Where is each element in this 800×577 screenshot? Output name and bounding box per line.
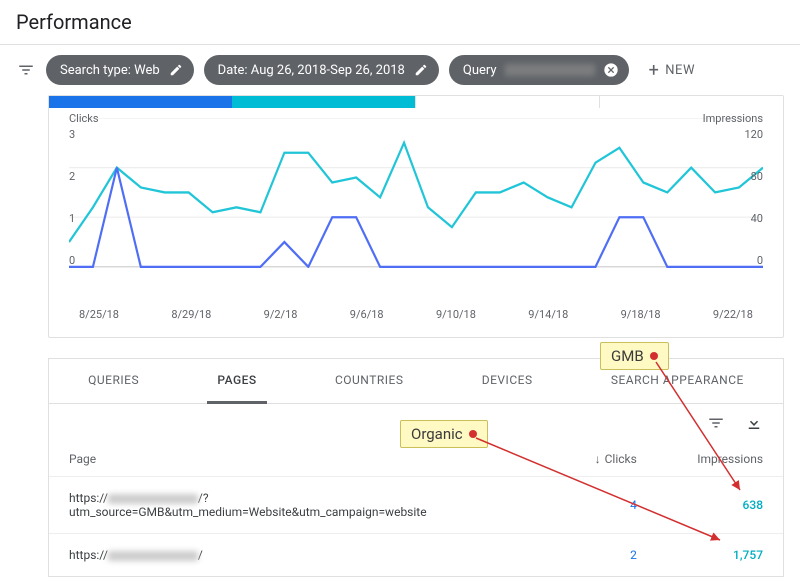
table-card: QUERIES PAGES COUNTRIES DEVICES SEARCH A… bbox=[48, 358, 784, 577]
left-axis-title: Clicks bbox=[69, 112, 99, 125]
table-filter-icon[interactable] bbox=[707, 414, 725, 436]
chart-svg bbox=[69, 118, 763, 268]
xtick: 9/18/18 bbox=[621, 308, 661, 321]
xtick: 8/29/18 bbox=[171, 308, 211, 321]
right-axis-title: Impressions bbox=[703, 112, 763, 125]
ytick: 1 bbox=[69, 212, 75, 225]
impressions-cell: 1,757 bbox=[637, 548, 763, 562]
ytick: 0 bbox=[69, 254, 75, 267]
pencil-icon[interactable] bbox=[168, 62, 184, 78]
url-suffix: / bbox=[198, 548, 203, 562]
blurred-query-text bbox=[505, 64, 595, 76]
new-label: NEW bbox=[665, 63, 695, 78]
xtick: 9/2/18 bbox=[264, 308, 298, 321]
impressions-cell: 638 bbox=[637, 498, 763, 512]
xtick: 9/6/18 bbox=[350, 308, 384, 321]
metric-ctr-strip[interactable] bbox=[415, 96, 599, 108]
clicks-cell: 4 bbox=[542, 498, 637, 512]
metric-clicks-strip[interactable] bbox=[49, 96, 232, 108]
annotation-gmb: GMB bbox=[600, 342, 669, 370]
clicks-cell: 2 bbox=[542, 548, 637, 562]
chip-label: Search type: Web bbox=[60, 63, 160, 78]
chip-label: Date: Aug 26, 2018-Sep 26, 2018 bbox=[218, 63, 405, 78]
ytick: 80 bbox=[751, 170, 763, 183]
page-cell: https:///?utm_source=GMB&utm_medium=Webs… bbox=[69, 491, 542, 519]
page-title: Performance bbox=[0, 0, 800, 45]
chart-area: Clicks Impressions 3 2 1 0 120 80 40 0 bbox=[49, 108, 783, 308]
annotation-label: GMB bbox=[611, 347, 644, 365]
ytick: 2 bbox=[69, 170, 75, 183]
download-icon[interactable] bbox=[745, 414, 763, 436]
blurred-domain bbox=[108, 494, 198, 504]
xtick: 8/25/18 bbox=[79, 308, 119, 321]
chart-card: Clicks Impressions 3 2 1 0 120 80 40 0 8… bbox=[48, 95, 784, 338]
col-clicks-label: Clicks bbox=[605, 452, 637, 466]
new-filter-button[interactable]: + NEW bbox=[639, 60, 705, 81]
table-row[interactable]: https:///?utm_source=GMB&utm_medium=Webs… bbox=[49, 476, 783, 533]
xtick: 9/14/18 bbox=[528, 308, 568, 321]
close-icon[interactable] bbox=[603, 62, 619, 78]
x-axis-labels: 8/25/18 8/29/18 9/2/18 9/6/18 9/10/18 9/… bbox=[49, 308, 783, 327]
ytick: 40 bbox=[751, 212, 763, 225]
ytick: 0 bbox=[757, 254, 763, 267]
annotation-label: Organic bbox=[411, 425, 463, 443]
chip-label: Query bbox=[463, 63, 497, 78]
table-tabs: QUERIES PAGES COUNTRIES DEVICES SEARCH A… bbox=[49, 359, 783, 404]
page-cell: https:// / bbox=[69, 548, 542, 562]
ytick: 3 bbox=[69, 128, 75, 141]
xtick: 9/10/18 bbox=[436, 308, 476, 321]
annotation-dot-icon bbox=[469, 430, 477, 438]
chip-query[interactable]: Query bbox=[449, 55, 629, 85]
metric-strip bbox=[49, 96, 783, 108]
filter-icon[interactable] bbox=[16, 60, 36, 80]
tab-pages[interactable]: PAGES bbox=[207, 359, 266, 404]
sort-arrow-icon: ↓ bbox=[595, 452, 601, 466]
col-page-header[interactable]: Page bbox=[69, 452, 542, 466]
chip-date[interactable]: Date: Aug 26, 2018-Sep 26, 2018 bbox=[204, 55, 439, 85]
annotation-dot-icon bbox=[650, 352, 658, 360]
tab-devices[interactable]: DEVICES bbox=[472, 359, 543, 403]
table-head: Page ↓ Clicks Impressions bbox=[49, 446, 783, 476]
xtick: 9/22/18 bbox=[713, 308, 753, 321]
filters-row: Search type: Web Date: Aug 26, 2018-Sep … bbox=[0, 45, 800, 95]
tab-countries[interactable]: COUNTRIES bbox=[325, 359, 414, 403]
ytick: 120 bbox=[744, 128, 763, 141]
url-prefix: https:// bbox=[69, 548, 108, 562]
plus-icon: + bbox=[649, 60, 660, 81]
col-impressions-header[interactable]: Impressions bbox=[637, 452, 763, 466]
metric-position-strip[interactable] bbox=[599, 96, 783, 108]
table-row[interactable]: https:// / 2 1,757 bbox=[49, 533, 783, 576]
blurred-domain bbox=[108, 551, 198, 561]
chip-search-type[interactable]: Search type: Web bbox=[46, 55, 194, 85]
url-prefix: https:// bbox=[69, 491, 108, 505]
annotation-organic: Organic bbox=[400, 420, 488, 448]
metric-impressions-strip[interactable] bbox=[232, 96, 415, 108]
pencil-icon[interactable] bbox=[413, 62, 429, 78]
tab-queries[interactable]: QUERIES bbox=[78, 359, 149, 403]
col-clicks-header[interactable]: ↓ Clicks bbox=[542, 452, 637, 466]
